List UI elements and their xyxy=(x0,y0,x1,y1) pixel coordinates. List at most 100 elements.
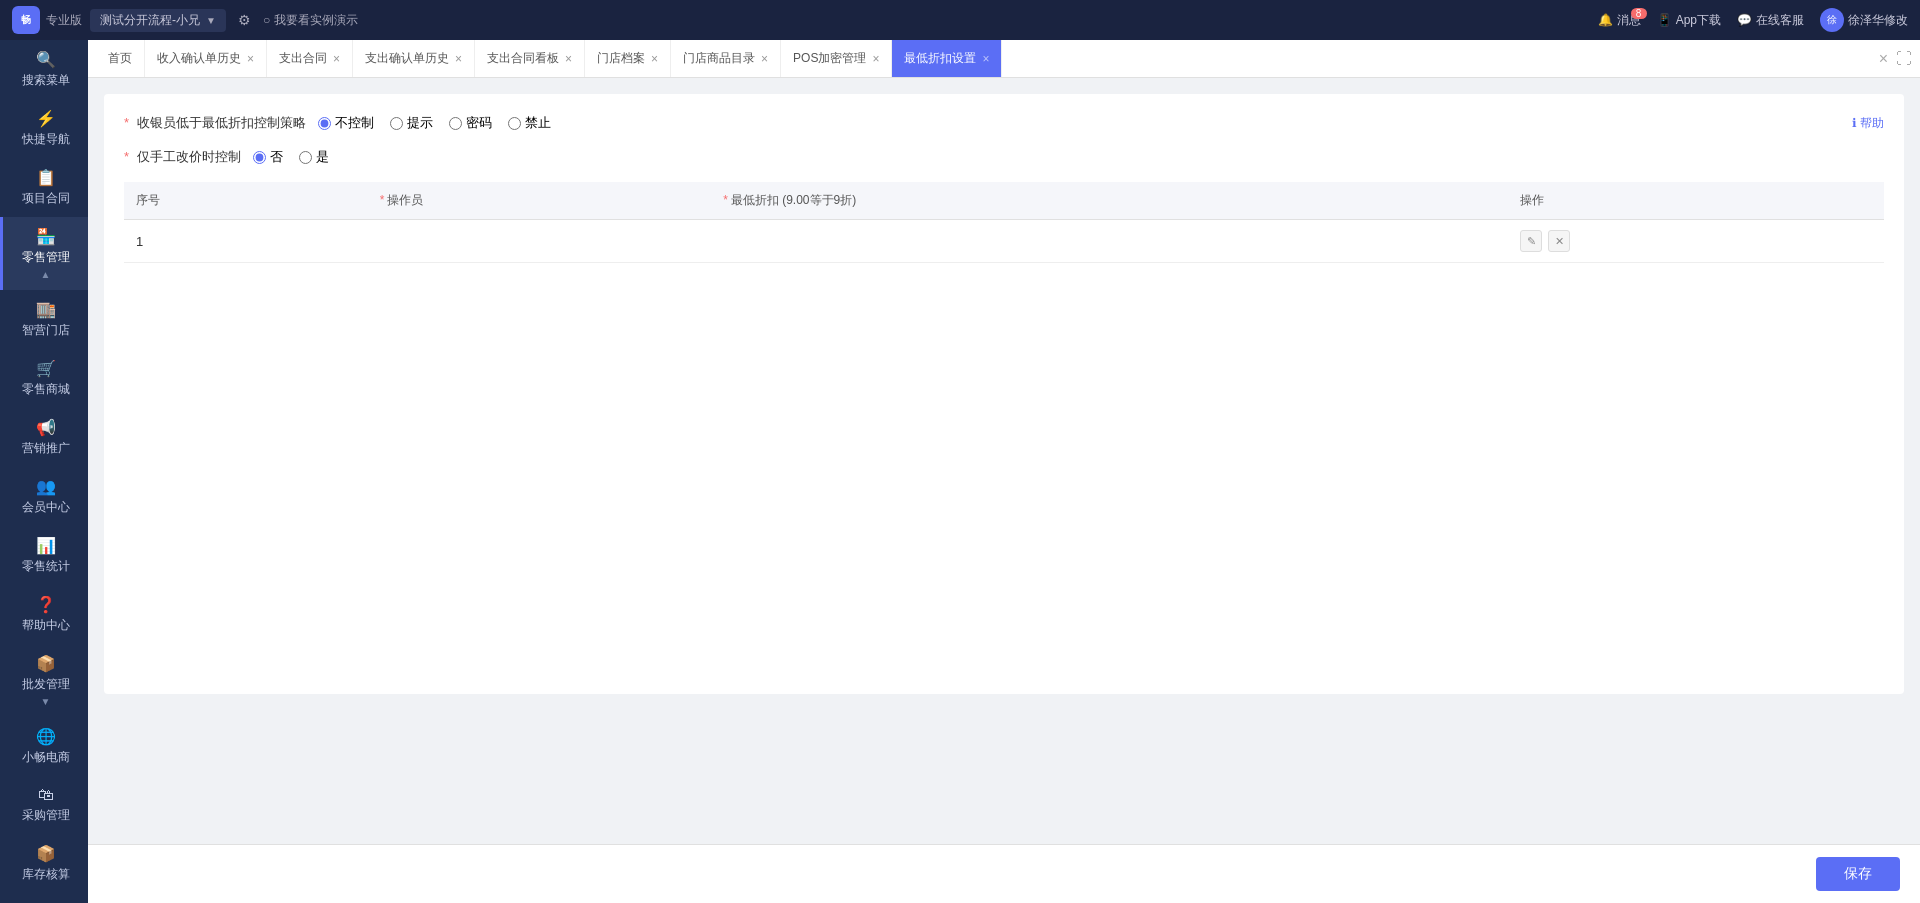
close-store-products-icon[interactable]: × xyxy=(761,52,768,66)
sidebar-label-search: 搜索菜单 xyxy=(22,72,70,89)
tab-income-confirm-label: 收入确认单历史 xyxy=(157,50,241,67)
content-card: * 收银员低于最低折扣控制策略 不控制 提示 xyxy=(104,94,1904,694)
demo-label: 我要看实例演示 xyxy=(274,12,358,29)
sidebar-item-finance[interactable]: 💰 资金管理 xyxy=(0,893,88,903)
tab-payment-board-label: 支出合同看板 xyxy=(487,50,559,67)
policy-forbidden-label: 禁止 xyxy=(525,114,551,132)
table-row: 1 ✎ ✕ xyxy=(124,220,1884,263)
sidebar-item-help[interactable]: ❓ 帮助中心 xyxy=(0,585,88,644)
breadcrumb[interactable]: 测试分开流程-小兄 ▼ xyxy=(90,9,226,32)
close-payment-board-icon[interactable]: × xyxy=(565,52,572,66)
close-store-file-icon[interactable]: × xyxy=(651,52,658,66)
manual-price-no[interactable]: 否 xyxy=(253,148,283,166)
edit-row-button[interactable]: ✎ xyxy=(1520,230,1542,252)
sidebar-item-smart-store[interactable]: 🏬 智营门店 xyxy=(0,290,88,349)
tab-home[interactable]: 首页 xyxy=(96,40,145,78)
demo-icon: ○ xyxy=(263,13,270,27)
th-min-discount-required: * xyxy=(723,193,728,207)
sidebar-item-retail-mall[interactable]: 🛒 零售商城 xyxy=(0,349,88,408)
table-header: 序号 *操作员 *最低折扣 (9.00等于9折) 操作 xyxy=(124,182,1884,220)
tab-store-file-label: 门店档案 xyxy=(597,50,645,67)
policy-hint[interactable]: 提示 xyxy=(390,114,433,132)
app-edition: 专业版 xyxy=(46,12,82,29)
save-button[interactable]: 保存 xyxy=(1816,857,1900,891)
tab-payment-confirm[interactable]: 支出确认单历史 × xyxy=(353,40,475,78)
close-pos-password-icon[interactable]: × xyxy=(872,52,879,66)
required-mark: * xyxy=(124,115,129,130)
sidebar-label-retail: 零售管理 xyxy=(22,249,70,266)
close-min-discount-icon[interactable]: × xyxy=(982,52,989,66)
demo-link[interactable]: ○ 我要看实例演示 xyxy=(263,12,358,29)
close-all-tabs-icon[interactable]: × xyxy=(1879,50,1888,68)
page-footer: 保存 xyxy=(88,844,1920,903)
manual-price-yes-radio[interactable] xyxy=(299,151,312,164)
tab-bar: 首页 收入确认单历史 × 支出合同 × 支出确认单历史 × 支出合同看板 × 门… xyxy=(88,40,1920,78)
close-payment-confirm-icon[interactable]: × xyxy=(455,52,462,66)
sidebar-label-project: 项目合同 xyxy=(22,190,70,207)
tab-pos-password[interactable]: POS加密管理 × xyxy=(781,40,892,78)
row-action-buttons: ✎ ✕ xyxy=(1520,230,1872,252)
sidebar-label-retail-stat: 零售统计 xyxy=(22,558,70,575)
discount-table: 序号 *操作员 *最低折扣 (9.00等于9折) 操作 1 xyxy=(124,182,1884,263)
manual-price-no-radio[interactable] xyxy=(253,151,266,164)
sidebar-item-ecommerce[interactable]: 🌐 小畅电商 xyxy=(0,717,88,776)
sidebar-item-purchase[interactable]: 🛍 采购管理 xyxy=(0,776,88,834)
tab-home-label: 首页 xyxy=(108,50,132,67)
manual-price-label: * 仅手工改价时控制 xyxy=(124,148,241,166)
main-layout: 🔍 搜索菜单 ⚡ 快捷导航 📋 项目合同 🏪 零售管理 ▲ 🏬 智营门店 🛒 零… xyxy=(0,40,1920,903)
th-actions: 操作 xyxy=(1508,182,1884,220)
sidebar-item-search[interactable]: 🔍 搜索菜单 xyxy=(0,40,88,99)
help-link[interactable]: ℹ 帮助 xyxy=(1852,115,1884,132)
tab-payment-confirm-label: 支出确认单历史 xyxy=(365,50,449,67)
cell-operator xyxy=(368,220,712,263)
top-bar: 畅 专业版 测试分开流程-小兄 ▼ ⚙ ○ 我要看实例演示 🔔 消息 8 📱 A… xyxy=(0,0,1920,40)
customer-service-button[interactable]: 💬 在线客服 xyxy=(1737,12,1804,29)
sidebar-item-member[interactable]: 👥 会员中心 xyxy=(0,467,88,526)
sidebar-label-wholesale: 批发管理 xyxy=(22,676,70,693)
sidebar-item-inventory[interactable]: 📦 库存核算 xyxy=(0,834,88,893)
maximize-icon[interactable]: ⛶ xyxy=(1896,50,1912,68)
logo-icon: 畅 xyxy=(12,6,40,34)
policy-password-radio[interactable] xyxy=(449,117,462,130)
policy-forbidden-radio[interactable] xyxy=(508,117,521,130)
tab-store-products[interactable]: 门店商品目录 × xyxy=(671,40,781,78)
sidebar-item-retail[interactable]: 🏪 零售管理 ▲ xyxy=(0,217,88,290)
sidebar-item-wholesale[interactable]: 📦 批发管理 ▼ xyxy=(0,644,88,717)
tab-min-discount[interactable]: 最低折扣设置 × xyxy=(892,40,1002,78)
close-income-confirm-icon[interactable]: × xyxy=(247,52,254,66)
tab-payment-contract[interactable]: 支出合同 × xyxy=(267,40,353,78)
tab-income-confirm[interactable]: 收入确认单历史 × xyxy=(145,40,267,78)
user-menu-button[interactable]: 徐 徐泽华修改 xyxy=(1820,8,1908,32)
policy-forbidden[interactable]: 禁止 xyxy=(508,114,551,132)
delete-row-button[interactable]: ✕ xyxy=(1548,230,1570,252)
policy-no-control[interactable]: 不控制 xyxy=(318,114,374,132)
sidebar: 🔍 搜索菜单 ⚡ 快捷导航 📋 项目合同 🏪 零售管理 ▲ 🏬 智营门店 🛒 零… xyxy=(0,40,88,903)
policy-password[interactable]: 密码 xyxy=(449,114,492,132)
close-payment-contract-icon[interactable]: × xyxy=(333,52,340,66)
sidebar-item-retail-stat[interactable]: 📊 零售统计 xyxy=(0,526,88,585)
cell-seq: 1 xyxy=(124,220,368,263)
policy-no-control-radio[interactable] xyxy=(318,117,331,130)
table-header-row: 序号 *操作员 *最低折扣 (9.00等于9折) 操作 xyxy=(124,182,1884,220)
policy-hint-radio[interactable] xyxy=(390,117,403,130)
manual-price-yes[interactable]: 是 xyxy=(299,148,329,166)
clipboard-icon: 📋 xyxy=(36,168,56,187)
sidebar-item-shortcut[interactable]: ⚡ 快捷导航 xyxy=(0,99,88,158)
policy-no-control-label: 不控制 xyxy=(335,114,374,132)
sidebar-item-marketing[interactable]: 📢 营销推广 xyxy=(0,408,88,467)
th-operator: *操作员 xyxy=(368,182,712,220)
th-operator-required: * xyxy=(380,193,385,207)
breadcrumb-text: 测试分开流程-小兄 xyxy=(100,12,200,29)
cart-icon: 🛒 xyxy=(36,359,56,378)
notifications-button[interactable]: 🔔 消息 8 xyxy=(1598,12,1641,29)
inventory-icon: 📦 xyxy=(36,844,56,863)
sidebar-item-project[interactable]: 📋 项目合同 xyxy=(0,158,88,217)
lightning-icon: ⚡ xyxy=(36,109,56,128)
settings-icon[interactable]: ⚙ xyxy=(234,12,255,28)
app-download-button[interactable]: 📱 App下载 xyxy=(1657,12,1721,29)
policy-hint-label: 提示 xyxy=(407,114,433,132)
tab-payment-board[interactable]: 支出合同看板 × xyxy=(475,40,585,78)
tab-content-area: 首页 收入确认单历史 × 支出合同 × 支出确认单历史 × 支出合同看板 × 门… xyxy=(88,40,1920,903)
tab-store-file[interactable]: 门店档案 × xyxy=(585,40,671,78)
table-body: 1 ✎ ✕ xyxy=(124,220,1884,263)
